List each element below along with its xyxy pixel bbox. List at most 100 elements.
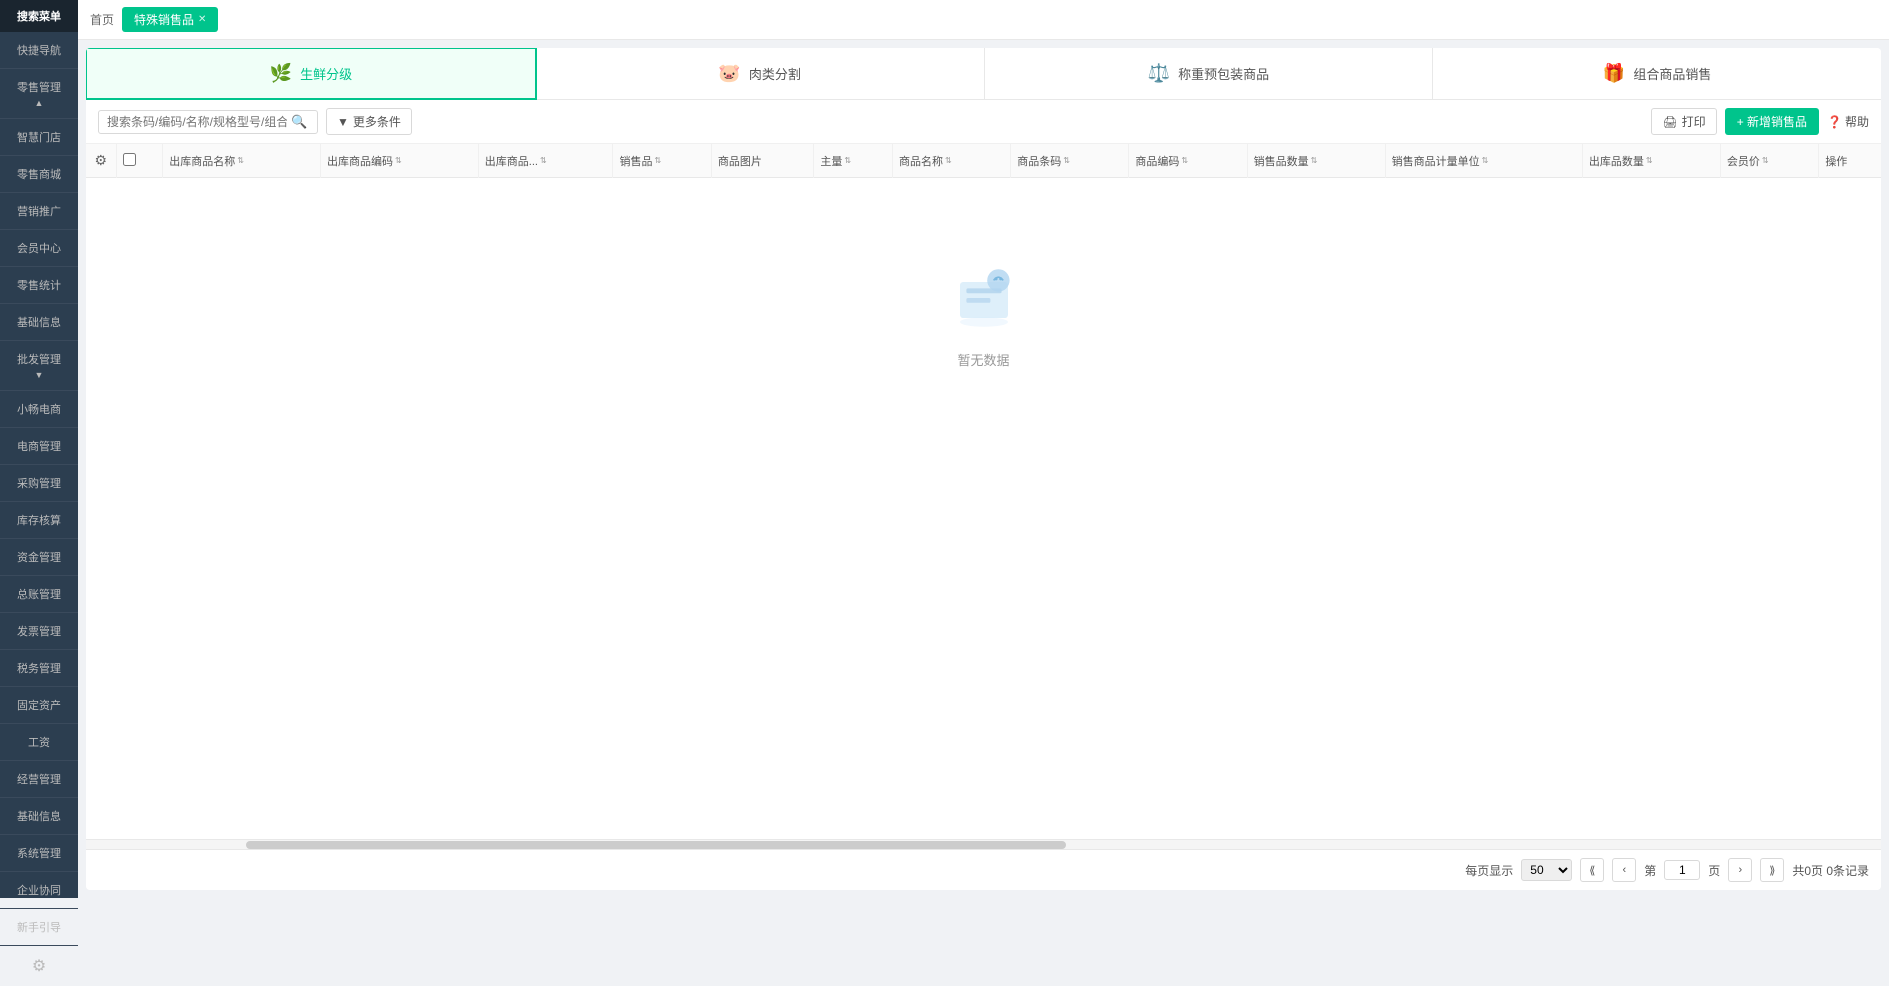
sidebar-item-quick-nav[interactable]: 快捷导航: [0, 32, 78, 69]
col-product-barcode[interactable]: 商品条码⇅: [1011, 144, 1129, 178]
sidebar-item-mini-ecom[interactable]: 小畅电商: [0, 391, 78, 428]
toolbar-right: 🖨 打印 + 新增销售品 ❓ 帮助: [1651, 108, 1869, 135]
settings-button[interactable]: ⚙: [0, 946, 78, 986]
search-box[interactable]: 🔍: [98, 110, 318, 134]
sidebar-item-member[interactable]: 会员中心: [0, 230, 78, 267]
sort-icon: ⇅: [844, 156, 851, 165]
sidebar-item-enterprise[interactable]: 企业协同: [0, 872, 78, 909]
sidebar-logo[interactable]: 搜索菜单: [0, 0, 78, 32]
sidebar-item-sys-mgmt[interactable]: 系统管理: [0, 835, 78, 872]
sidebar-item-promo[interactable]: 营销推广: [0, 193, 78, 230]
col-main-weight[interactable]: 主量⇅: [814, 144, 893, 178]
home-link[interactable]: 首页: [90, 11, 114, 28]
help-icon: ❓: [1827, 115, 1842, 129]
sidebar-item-retail-stats[interactable]: 零售统计: [0, 267, 78, 304]
col-product-code[interactable]: 商品编码⇅: [1129, 144, 1247, 178]
sidebar-item-finance[interactable]: 资金管理: [0, 539, 78, 576]
col-sale-qty[interactable]: 销售品数量⇅: [1247, 144, 1385, 178]
col-out-product-code[interactable]: 出库商品编码⇅: [321, 144, 479, 178]
sidebar-item-label: 零售统计: [17, 277, 61, 293]
col-out-product-x[interactable]: 出库商品...⇅: [478, 144, 613, 178]
page-number-input[interactable]: [1664, 860, 1700, 880]
col-sale-item-label: 销售品: [619, 153, 652, 169]
sidebar: 搜索菜单 快捷导航 零售管理 ▲ 智慧门店 零售商城 营销推广 会员中心 零售统…: [0, 0, 78, 898]
total-info: 共0页 0条记录: [1792, 862, 1869, 879]
help-label: 帮助: [1845, 113, 1869, 130]
search-input[interactable]: [107, 115, 287, 129]
active-tab[interactable]: 特殊销售品 ✕: [122, 7, 218, 32]
col-out-product-name-label: 出库商品名称: [169, 153, 235, 169]
col-product-img: 商品图片: [711, 144, 814, 178]
page-size-select[interactable]: 10 20 50 100: [1521, 859, 1572, 881]
page-body: 🌿 生鲜分级 🐷 肉类分割 ⚖️ 称重预包装商品 🎁 组合商品销售 🔍: [86, 48, 1881, 890]
tab-combo-sales[interactable]: 🎁 组合商品销售: [1433, 48, 1881, 99]
sidebar-item-smart-store[interactable]: 智慧门店: [0, 119, 78, 156]
scrollbar-thumb[interactable]: [246, 841, 1066, 849]
sidebar-item-tax-mgmt[interactable]: 税务管理: [0, 650, 78, 687]
col-out-product-name[interactable]: 出库商品名称⇅: [163, 144, 321, 178]
weight-prepack-icon: ⚖️: [1148, 63, 1170, 84]
sidebar-item-ops-mgmt[interactable]: 经营管理: [0, 761, 78, 798]
col-sale-item[interactable]: 销售品⇅: [613, 144, 711, 178]
chevron-down-icon: ▼: [35, 370, 44, 380]
sort-icon: ⇅: [1762, 156, 1769, 165]
sidebar-item-label: 库存核算: [17, 512, 61, 528]
sort-icon: ⇅: [1311, 156, 1318, 165]
col-operations-label: 操作: [1825, 156, 1847, 168]
next-page-button[interactable]: ›: [1728, 858, 1752, 882]
topbar: 首页 特殊销售品 ✕: [78, 0, 1889, 40]
sidebar-item-ecom-mgmt[interactable]: 电商管理: [0, 428, 78, 465]
close-tab-icon[interactable]: ✕: [198, 14, 206, 25]
sidebar-item-label: 采购管理: [17, 475, 61, 491]
help-button[interactable]: ❓ 帮助: [1827, 113, 1869, 130]
horizontal-scrollbar[interactable]: [86, 839, 1881, 849]
sidebar-item-fixed-assets[interactable]: 固定资产: [0, 687, 78, 724]
sidebar-item-label: 税务管理: [17, 660, 61, 676]
sidebar-item-inventory[interactable]: 库存核算: [0, 502, 78, 539]
col-settings[interactable]: ⚙: [86, 144, 116, 178]
sidebar-item-basic-info2[interactable]: 基础信息: [0, 798, 78, 835]
sidebar-item-purchase-mgmt[interactable]: 采购管理: [0, 465, 78, 502]
last-page-button[interactable]: ⟫: [1760, 858, 1784, 882]
sort-icon: ⇅: [945, 156, 952, 165]
sort-icon: ⇅: [1063, 156, 1070, 165]
tab-meat-cut[interactable]: 🐷 肉类分割: [536, 48, 985, 99]
sidebar-item-label: 基础信息: [17, 808, 61, 824]
tab-weight-prepack[interactable]: ⚖️ 称重预包装商品: [985, 48, 1434, 99]
sort-icon: ⇅: [395, 156, 402, 165]
gear-icon[interactable]: ⚙: [94, 152, 107, 168]
filter-button[interactable]: ▼ 更多条件: [326, 108, 412, 135]
sidebar-item-wholesale-mgmt[interactable]: 批发管理 ▼: [0, 341, 78, 391]
sidebar-item-general-ledger[interactable]: 总账管理: [0, 576, 78, 613]
first-page-button[interactable]: ⟪: [1580, 858, 1604, 882]
sidebar-item-label: 固定资产: [17, 697, 61, 713]
sort-icon: ⇅: [1646, 156, 1653, 165]
col-out-qty[interactable]: 出库品数量⇅: [1582, 144, 1720, 178]
col-product-name[interactable]: 商品名称⇅: [893, 144, 1011, 178]
meat-cut-icon: 🐷: [718, 63, 740, 84]
filter-icon: ▼: [337, 115, 349, 129]
prev-page-button[interactable]: ‹: [1612, 858, 1636, 882]
col-checkbox[interactable]: [116, 144, 163, 178]
sidebar-item-retail-mall[interactable]: 零售商城: [0, 156, 78, 193]
sidebar-item-label: 营销推广: [17, 203, 61, 219]
col-product-barcode-label: 商品条码: [1017, 153, 1061, 169]
tab-label: 特殊销售品: [134, 11, 194, 28]
sidebar-item-retail-mgmt[interactable]: 零售管理 ▲: [0, 69, 78, 119]
sidebar-item-wages[interactable]: 工资: [0, 724, 78, 761]
tab-fresh-grade-label: 生鲜分级: [300, 64, 352, 83]
add-product-button[interactable]: + 新增销售品: [1725, 108, 1819, 135]
col-member-price[interactable]: 会员价⇅: [1720, 144, 1818, 178]
filter-label: 更多条件: [353, 113, 401, 130]
sidebar-item-basic-info[interactable]: 基础信息: [0, 304, 78, 341]
tab-fresh-grade[interactable]: 🌿 生鲜分级: [86, 48, 537, 100]
print-button[interactable]: 🖨 打印: [1651, 108, 1716, 135]
tab-weight-prepack-label: 称重预包装商品: [1178, 64, 1269, 83]
select-all-checkbox[interactable]: [123, 153, 136, 166]
tab-meat-cut-label: 肉类分割: [749, 64, 801, 83]
sidebar-item-new-guide[interactable]: 新手引导: [0, 909, 78, 946]
col-sale-unit[interactable]: 销售商品计量单位⇅: [1385, 144, 1582, 178]
sidebar-item-invoice-mgmt[interactable]: 发票管理: [0, 613, 78, 650]
sort-icon: ⇅: [1181, 156, 1188, 165]
col-sale-qty-label: 销售品数量: [1254, 153, 1309, 169]
